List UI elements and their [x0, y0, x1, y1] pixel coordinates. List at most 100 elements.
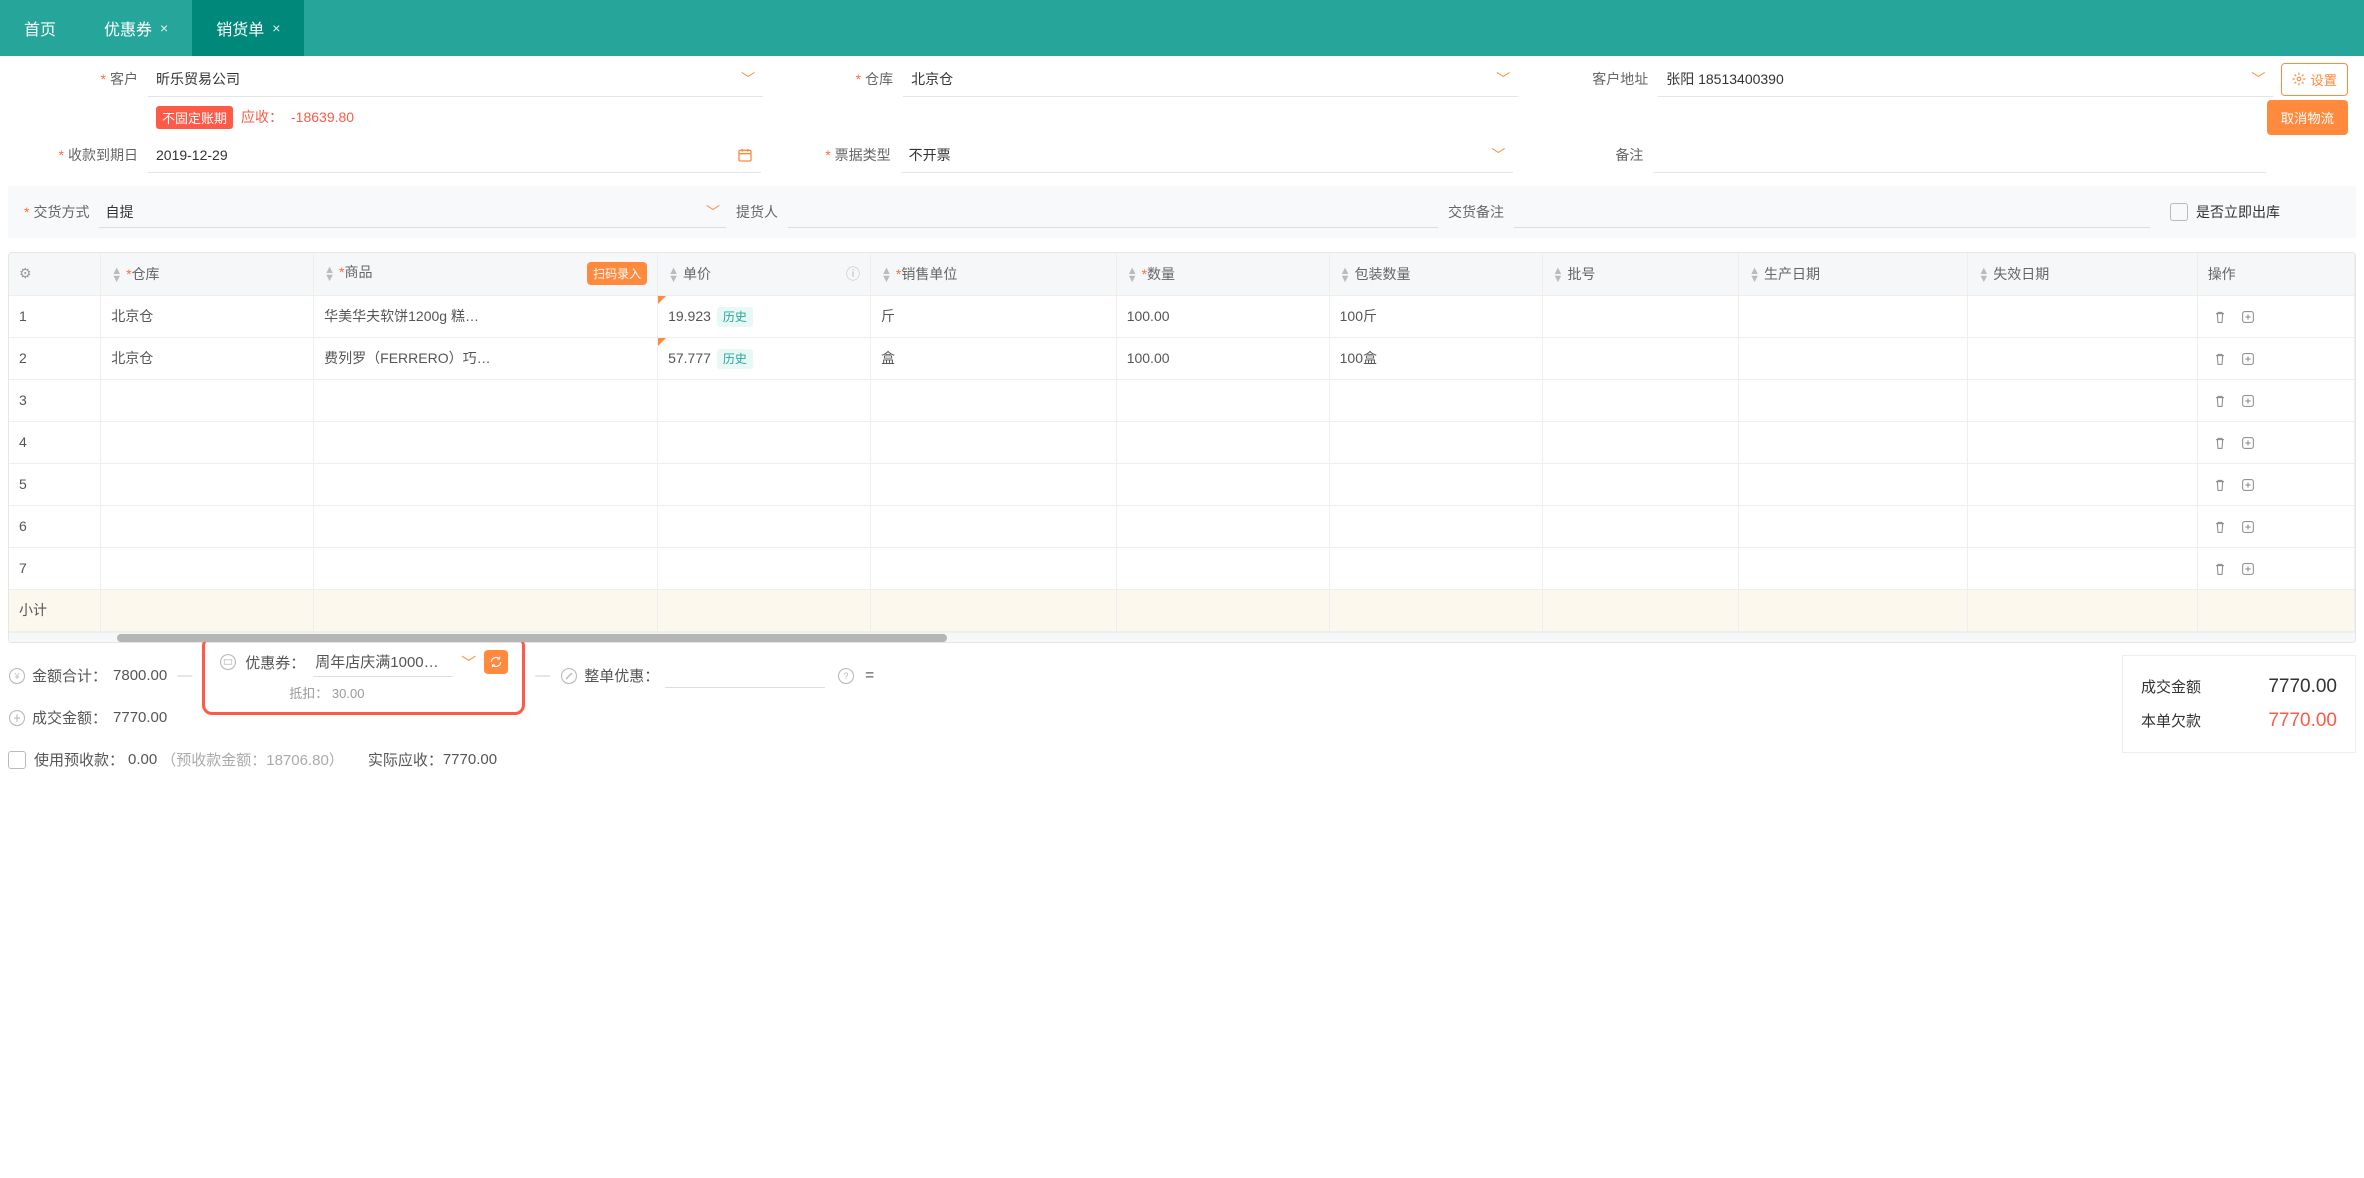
cell-batch[interactable]: [1542, 505, 1739, 547]
add-row-icon[interactable]: [2240, 433, 2256, 449]
table-row[interactable]: 4: [9, 421, 2355, 463]
cell-expire-date[interactable]: [1968, 463, 2197, 505]
cell-expire-date[interactable]: [1968, 295, 2197, 337]
close-icon[interactable]: ×: [160, 20, 168, 36]
table-row[interactable]: 5: [9, 463, 2355, 505]
delivery-remark-input[interactable]: [1514, 196, 2150, 228]
cell-qty[interactable]: [1116, 547, 1329, 589]
cell-unit[interactable]: 盒: [871, 337, 1117, 379]
cell-product[interactable]: [314, 421, 658, 463]
cell-price[interactable]: [658, 421, 871, 463]
cell-qty[interactable]: [1116, 379, 1329, 421]
cell-batch[interactable]: [1542, 547, 1739, 589]
cell-unit[interactable]: 斤: [871, 295, 1117, 337]
cell-batch[interactable]: [1542, 421, 1739, 463]
tab-home[interactable]: 首页: [0, 0, 80, 56]
cell-unit[interactable]: [871, 463, 1117, 505]
coupon-select[interactable]: 周年店庆满1000…: [313, 647, 453, 677]
add-row-icon[interactable]: [2240, 559, 2256, 575]
cell-price[interactable]: 57.777历史: [658, 337, 871, 379]
cell-pkg[interactable]: 100斤: [1329, 295, 1542, 337]
cell-expire-date[interactable]: [1968, 379, 2197, 421]
horizontal-scrollbar[interactable]: [9, 632, 2355, 642]
cell-batch[interactable]: [1542, 337, 1739, 379]
col-sales-unit[interactable]: ▲▼*销售单位: [871, 253, 1117, 295]
delete-row-icon[interactable]: [2212, 433, 2228, 449]
col-prod-date[interactable]: ▲▼生产日期: [1739, 253, 1968, 295]
cell-product[interactable]: [314, 463, 658, 505]
cell-prod-date[interactable]: [1739, 421, 1968, 463]
delete-row-icon[interactable]: [2212, 475, 2228, 491]
cell-pkg[interactable]: 100盒: [1329, 337, 1542, 379]
cell-unit[interactable]: [871, 421, 1117, 463]
cell-product[interactable]: 费列罗（FERRERO）巧…: [314, 337, 658, 379]
cell-qty[interactable]: 100.00: [1116, 337, 1329, 379]
add-row-icon[interactable]: [2240, 475, 2256, 491]
cell-expire-date[interactable]: [1968, 337, 2197, 379]
table-row[interactable]: 1 北京仓 华美华夫软饼1200g 糕… 19.923历史 斤 100.00 1…: [9, 295, 2355, 337]
close-icon[interactable]: ×: [272, 20, 280, 36]
cell-product[interactable]: [314, 505, 658, 547]
customer-select[interactable]: 昕乐贸易公司 ﹀: [148, 61, 763, 97]
cell-price[interactable]: [658, 547, 871, 589]
col-price[interactable]: ▲▼单价ⓘ: [658, 253, 871, 295]
cell-pkg[interactable]: [1329, 547, 1542, 589]
delivery-method-select[interactable]: 自提 ﹀: [99, 196, 726, 228]
cell-warehouse[interactable]: [101, 379, 314, 421]
cell-unit[interactable]: [871, 547, 1117, 589]
cell-warehouse[interactable]: 北京仓: [101, 337, 314, 379]
cell-batch[interactable]: [1542, 295, 1739, 337]
customer-addr-select[interactable]: 张阳 18513400390 ﹀: [1658, 61, 2273, 97]
delete-row-icon[interactable]: [2212, 307, 2228, 323]
cell-unit[interactable]: [871, 379, 1117, 421]
cell-prod-date[interactable]: [1739, 379, 1968, 421]
cell-expire-date[interactable]: [1968, 547, 2197, 589]
bill-type-select[interactable]: 不开票 ﹀: [901, 137, 1514, 173]
warehouse-select[interactable]: 北京仓 ﹀: [903, 61, 1518, 97]
tab-sales-order[interactable]: 销货单×: [192, 0, 304, 56]
cell-expire-date[interactable]: [1968, 421, 2197, 463]
refresh-coupon-button[interactable]: [484, 650, 508, 674]
cell-product[interactable]: [314, 379, 658, 421]
gear-icon[interactable]: ⚙: [19, 265, 32, 281]
cell-pkg[interactable]: [1329, 421, 1542, 463]
cell-pkg[interactable]: [1329, 463, 1542, 505]
remark-input[interactable]: [1653, 137, 2266, 173]
cell-product[interactable]: 华美华夫软饼1200g 糕…: [314, 295, 658, 337]
add-row-icon[interactable]: [2240, 307, 2256, 323]
cell-prod-date[interactable]: [1739, 295, 1968, 337]
use-prepay-checkbox[interactable]: [8, 751, 26, 769]
tab-coupon[interactable]: 优惠券×: [80, 0, 192, 56]
col-package-qty[interactable]: ▲▼包装数量: [1329, 253, 1542, 295]
scan-entry-button[interactable]: 扫码录入: [587, 262, 647, 285]
cell-price[interactable]: [658, 463, 871, 505]
cell-warehouse[interactable]: [101, 505, 314, 547]
cell-prod-date[interactable]: [1739, 547, 1968, 589]
cancel-logistics-button[interactable]: 取消物流: [2267, 100, 2348, 135]
picker-input[interactable]: [788, 196, 1438, 228]
cell-price[interactable]: [658, 379, 871, 421]
help-icon[interactable]: ?: [837, 666, 855, 684]
cell-warehouse[interactable]: [101, 463, 314, 505]
table-row[interactable]: 2 北京仓 费列罗（FERRERO）巧… 57.777历史 盒 100.00 1…: [9, 337, 2355, 379]
table-row[interactable]: 3: [9, 379, 2355, 421]
history-badge[interactable]: 历史: [717, 349, 753, 369]
col-quantity[interactable]: ▲▼*数量: [1116, 253, 1329, 295]
cell-warehouse[interactable]: [101, 421, 314, 463]
help-icon[interactable]: ⓘ: [846, 264, 860, 284]
history-badge[interactable]: 历史: [717, 307, 753, 327]
cell-price[interactable]: 19.923历史: [658, 295, 871, 337]
cell-qty[interactable]: [1116, 505, 1329, 547]
cell-price[interactable]: [658, 505, 871, 547]
cell-prod-date[interactable]: [1739, 463, 1968, 505]
cell-batch[interactable]: [1542, 463, 1739, 505]
col-product[interactable]: ▲▼*商品扫码录入: [314, 253, 658, 295]
cell-unit[interactable]: [871, 505, 1117, 547]
delete-row-icon[interactable]: [2212, 559, 2228, 575]
cell-expire-date[interactable]: [1968, 505, 2197, 547]
cell-pkg[interactable]: [1329, 379, 1542, 421]
add-row-icon[interactable]: [2240, 349, 2256, 365]
col-warehouse[interactable]: ▲▼*仓库: [101, 253, 314, 295]
table-row[interactable]: 6: [9, 505, 2355, 547]
cell-warehouse[interactable]: 北京仓: [101, 295, 314, 337]
